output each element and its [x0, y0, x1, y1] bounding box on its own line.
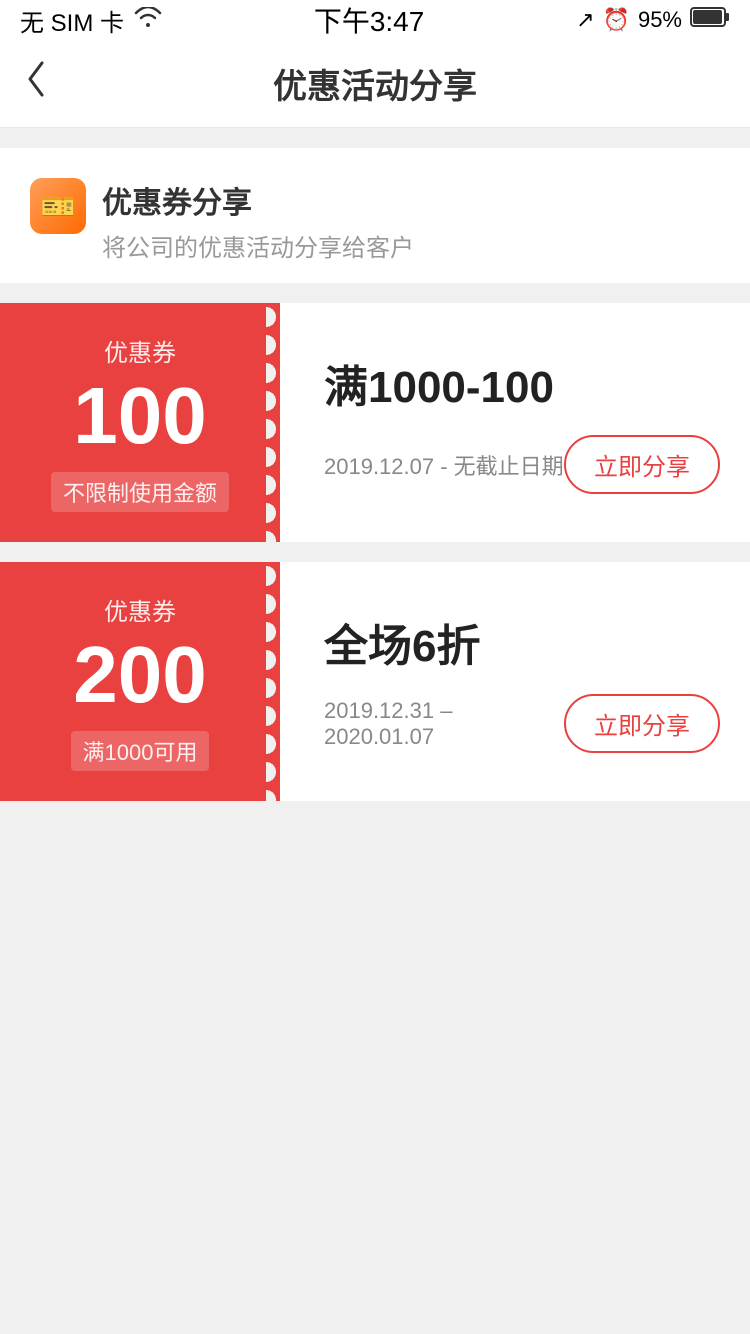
no-sim-label: 无 SIM 卡 [20, 3, 124, 38]
section-text-group: 优惠券分享 将公司的优惠活动分享给客户 [102, 178, 414, 263]
section-header: 🎫 优惠券分享 将公司的优惠活动分享给客户 [0, 148, 750, 283]
wifi-icon [134, 6, 162, 34]
section-title: 优惠券分享 [102, 178, 414, 222]
coupon-right-2: 全场6折 2019.12.31 – 2020.01.07 立即分享 [280, 562, 750, 801]
coupon-date-2: 2019.12.31 – 2020.01.07 [324, 698, 564, 750]
status-left: 无 SIM 卡 [20, 3, 162, 38]
location-icon: ↗ [576, 7, 594, 33]
coupon-left-2: 优惠券 200 满1000可用 [0, 562, 280, 801]
share-button-1[interactable]: 立即分享 [564, 435, 720, 494]
coupon-condition-1: 不限制使用金额 [51, 472, 229, 512]
coupon-bottom-1: 2019.12.07 - 无截止日期 立即分享 [324, 435, 720, 494]
coupon-right-1: 满1000-100 2019.12.07 - 无截止日期 立即分享 [280, 303, 750, 542]
coupon-card-1: 优惠券 100 不限制使用金额 满1000-100 2019.12.07 - 无… [0, 303, 750, 542]
coupon-condition-2: 满1000可用 [71, 731, 210, 771]
battery-label: 95% [638, 7, 682, 33]
status-right: ↗ ⏰ 95% [576, 7, 730, 33]
status-time: 下午3:47 [314, 0, 425, 40]
section-icon: 🎫 [30, 178, 86, 234]
coupon-bottom-2: 2019.12.31 – 2020.01.07 立即分享 [324, 694, 720, 753]
bottom-area [0, 801, 750, 1301]
battery-icon [690, 7, 730, 33]
back-button[interactable] [24, 59, 48, 108]
coupon-amount-2: 200 [73, 635, 206, 715]
coupon-label-2: 优惠券 [104, 592, 176, 627]
coupon-label-1: 优惠券 [104, 333, 176, 368]
share-button-2[interactable]: 立即分享 [564, 694, 720, 753]
page-title: 优惠活动分享 [273, 59, 477, 108]
section-subtitle: 将公司的优惠活动分享给客户 [102, 228, 414, 263]
coupon-date-1: 2019.12.07 - 无截止日期 [324, 449, 564, 481]
coupon-icon: 🎫 [41, 190, 76, 223]
coupon-amount-1: 100 [73, 376, 206, 456]
coupon-list: 优惠券 100 不限制使用金额 满1000-100 2019.12.07 - 无… [0, 303, 750, 801]
coupon-card-2: 优惠券 200 满1000可用 全场6折 2019.12.31 – 2020.0… [0, 562, 750, 801]
coupon-name-1: 满1000-100 [324, 351, 720, 415]
status-bar: 无 SIM 卡 下午3:47 ↗ ⏰ 95% [0, 0, 750, 40]
nav-bar: 优惠活动分享 [0, 40, 750, 128]
alarm-icon: ⏰ [603, 7, 630, 33]
coupon-left-1: 优惠券 100 不限制使用金额 [0, 303, 280, 542]
coupon-name-2: 全场6折 [324, 610, 720, 674]
